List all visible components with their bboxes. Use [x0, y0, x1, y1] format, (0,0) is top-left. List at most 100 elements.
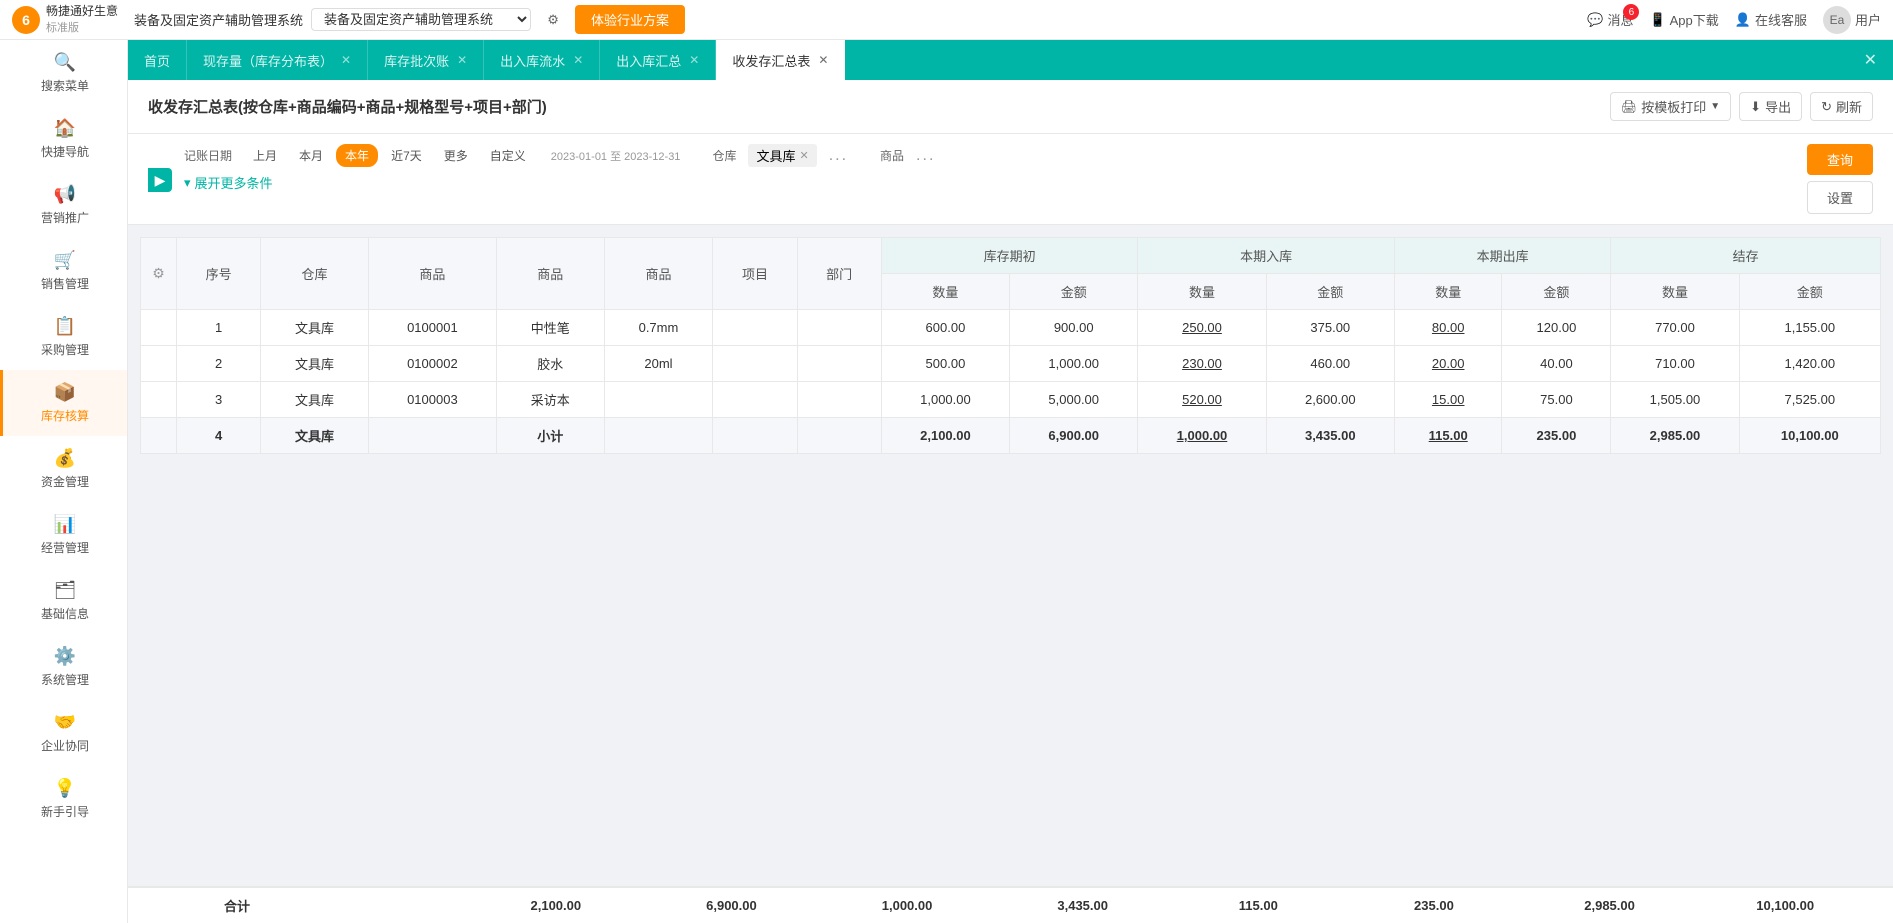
online-service-item[interactable]: 👤 在线客服	[1735, 10, 1807, 29]
cell-bal-qty: 770.00	[1611, 310, 1739, 346]
cell-out-qty[interactable]: 80.00	[1394, 310, 1502, 346]
cell-in-qty[interactable]: 1,000.00	[1138, 418, 1266, 454]
goods-dots[interactable]: ...	[916, 147, 935, 165]
filter-this-year[interactable]: 本年	[336, 144, 378, 167]
tab-bar-close[interactable]: ✕	[1848, 50, 1893, 70]
cell-bal-amt: 7,525.00	[1739, 382, 1880, 418]
cell-goods-name: 胶水	[497, 346, 605, 382]
total-in-qty: 1,000.00	[819, 898, 995, 913]
filter-settings-button[interactable]: 设置	[1807, 181, 1873, 214]
cell-open-qty: 1,000.00	[881, 382, 1009, 418]
sidebar-label-operations: 经营管理	[41, 539, 89, 556]
warehouse-tag-close[interactable]: ✕	[799, 149, 808, 162]
sidebar-item-finance[interactable]: 💰 资金管理	[0, 436, 127, 502]
tab-receive-send[interactable]: 收发存汇总表 ✕	[716, 40, 845, 80]
data-table: ⚙ 序号 仓库 商品 商品 商品 项目 部门 库存期初 本期入库 本期出库	[140, 237, 1881, 454]
sidebar-item-search[interactable]: 🔍 搜索菜单	[0, 40, 127, 106]
sidebar-item-inventory[interactable]: 📦 库存核算	[0, 370, 127, 436]
tab-batch[interactable]: 库存批次账 ✕	[368, 40, 484, 80]
filter-last-month[interactable]: 上月	[244, 144, 286, 167]
tab-inventory-dist[interactable]: 现存量（库存分布表） ✕	[187, 40, 368, 80]
message-item[interactable]: 💬 消息 6	[1587, 10, 1633, 29]
refresh-label: 刷新	[1836, 97, 1862, 116]
cell-out-qty[interactable]: 20.00	[1394, 346, 1502, 382]
user-avatar: Ea	[1823, 6, 1851, 34]
tab-summary[interactable]: 出入库汇总 ✕	[600, 40, 716, 80]
cell-out-amt: 235.00	[1502, 418, 1611, 454]
cell-goods-spec	[604, 418, 713, 454]
tab-home[interactable]: 首页	[128, 40, 187, 80]
app-download-item[interactable]: 📱 App下载	[1649, 10, 1718, 29]
main-layout: 🔍 搜索菜单 🏠 快捷导航 📢 营销推广 🛒 销售管理 📋 采购管理 📦 库存核…	[0, 40, 1893, 923]
query-button[interactable]: 查询	[1807, 144, 1873, 175]
tab-close-inventory-dist[interactable]: ✕	[341, 53, 351, 67]
tab-close-flow[interactable]: ✕	[573, 53, 583, 67]
total-open-qty: 2,100.00	[468, 898, 644, 913]
logo-icon: 6	[12, 6, 40, 34]
cell-warehouse: 文具库	[261, 382, 369, 418]
col-header-in-qty: 数量	[1138, 274, 1266, 310]
cell-out-qty[interactable]: 115.00	[1394, 418, 1502, 454]
tab-close-batch[interactable]: ✕	[457, 53, 467, 67]
col-header-dept: 部门	[797, 238, 881, 310]
system-select[interactable]: 装备及固定资产辅助管理系统	[311, 8, 531, 31]
filter-this-month[interactable]: 本月	[290, 144, 332, 167]
export-label: 导出	[1765, 97, 1791, 116]
export-button[interactable]: ⬇ 导出	[1739, 92, 1802, 121]
sidebar-item-quick[interactable]: 🏠 快捷导航	[0, 106, 127, 172]
try-button[interactable]: 体验行业方案	[575, 5, 685, 34]
print-button[interactable]: 🖨 按模板打印 ▼	[1610, 92, 1731, 121]
cell-settings	[141, 418, 177, 454]
table-row: 4文具库小计2,100.006,900.001,000.003,435.0011…	[141, 418, 1881, 454]
cell-out-qty[interactable]: 15.00	[1394, 382, 1502, 418]
sidebar-item-basic[interactable]: 🗂 基础信息	[0, 568, 127, 634]
col-header-num: 序号	[177, 238, 261, 310]
page-title: 收发存汇总表(按仓库+商品编码+商品+规格型号+项目+部门)	[148, 96, 547, 129]
user-item[interactable]: Ea 用户	[1823, 6, 1881, 34]
cell-open-amt: 5,000.00	[1010, 382, 1138, 418]
page-header-actions: 🖨 按模板打印 ▼ ⬇ 导出 ↻ 刷新	[1610, 92, 1873, 133]
filter-main: 记账日期 上月 本月 本年 近7天 更多 自定义 2023-01-01 至 20…	[184, 144, 1795, 192]
cell-open-qty: 600.00	[881, 310, 1009, 346]
table-settings-icon[interactable]: ⚙	[152, 265, 165, 281]
sidebar-item-sales[interactable]: 🛒 销售管理	[0, 238, 127, 304]
expand-filter-btn[interactable]: ▾ 展开更多条件	[184, 173, 273, 192]
sidebar-item-purchase[interactable]: 📋 采购管理	[0, 304, 127, 370]
cell-in-qty[interactable]: 250.00	[1138, 310, 1266, 346]
tab-flow-label: 出入库流水	[500, 51, 565, 70]
sidebar-label-finance: 资金管理	[41, 473, 89, 490]
cell-in-qty[interactable]: 520.00	[1138, 382, 1266, 418]
cell-num: 1	[177, 310, 261, 346]
cell-num: 4	[177, 418, 261, 454]
warehouse-dots[interactable]: ...	[829, 147, 848, 165]
tab-receive-send-label: 收发存汇总表	[732, 51, 810, 70]
sidebar-item-enterprise[interactable]: 🤝 企业协同	[0, 700, 127, 766]
col-header-goods-code: 商品	[368, 238, 496, 310]
expand-label: 展开更多条件	[195, 173, 273, 192]
filter-7days[interactable]: 近7天	[382, 144, 431, 167]
settings-icon[interactable]: ⚙	[539, 6, 567, 34]
tab-close-receive-send[interactable]: ✕	[818, 53, 828, 67]
cell-goods-spec: 20ml	[604, 346, 713, 382]
cell-bal-amt: 1,155.00	[1739, 310, 1880, 346]
refresh-button[interactable]: ↻ 刷新	[1810, 92, 1873, 121]
cell-in-qty[interactable]: 230.00	[1138, 346, 1266, 382]
tab-close-summary[interactable]: ✕	[689, 53, 699, 67]
tab-batch-label: 库存批次账	[384, 51, 449, 70]
total-label-area: 合计	[148, 896, 468, 915]
filter-collapse-btn[interactable]: ▶	[148, 168, 172, 192]
tab-flow[interactable]: 出入库流水 ✕	[484, 40, 600, 80]
sidebar-item-operations[interactable]: 📊 经营管理	[0, 502, 127, 568]
sidebar-item-guide[interactable]: 💡 新手引导	[0, 766, 127, 832]
sidebar-item-system[interactable]: ⚙️ 系统管理	[0, 634, 127, 700]
bottom-bar: 合计 2,100.00 6,900.00 1,000.00 3,435.00 1…	[128, 886, 1893, 923]
filter-more[interactable]: 更多	[435, 144, 477, 167]
cell-bal-amt: 10,100.00	[1739, 418, 1880, 454]
logo-title: 畅捷通好生意	[46, 4, 118, 20]
sidebar-item-marketing[interactable]: 📢 营销推广	[0, 172, 127, 238]
sidebar-label-system: 系统管理	[41, 671, 89, 688]
col-header-bal-amt: 金额	[1739, 274, 1880, 310]
total-out-qty: 115.00	[1171, 898, 1347, 913]
filter-custom[interactable]: 自定义	[481, 144, 535, 167]
filter-row-1: 记账日期 上月 本月 本年 近7天 更多 自定义 2023-01-01 至 20…	[184, 144, 1795, 167]
